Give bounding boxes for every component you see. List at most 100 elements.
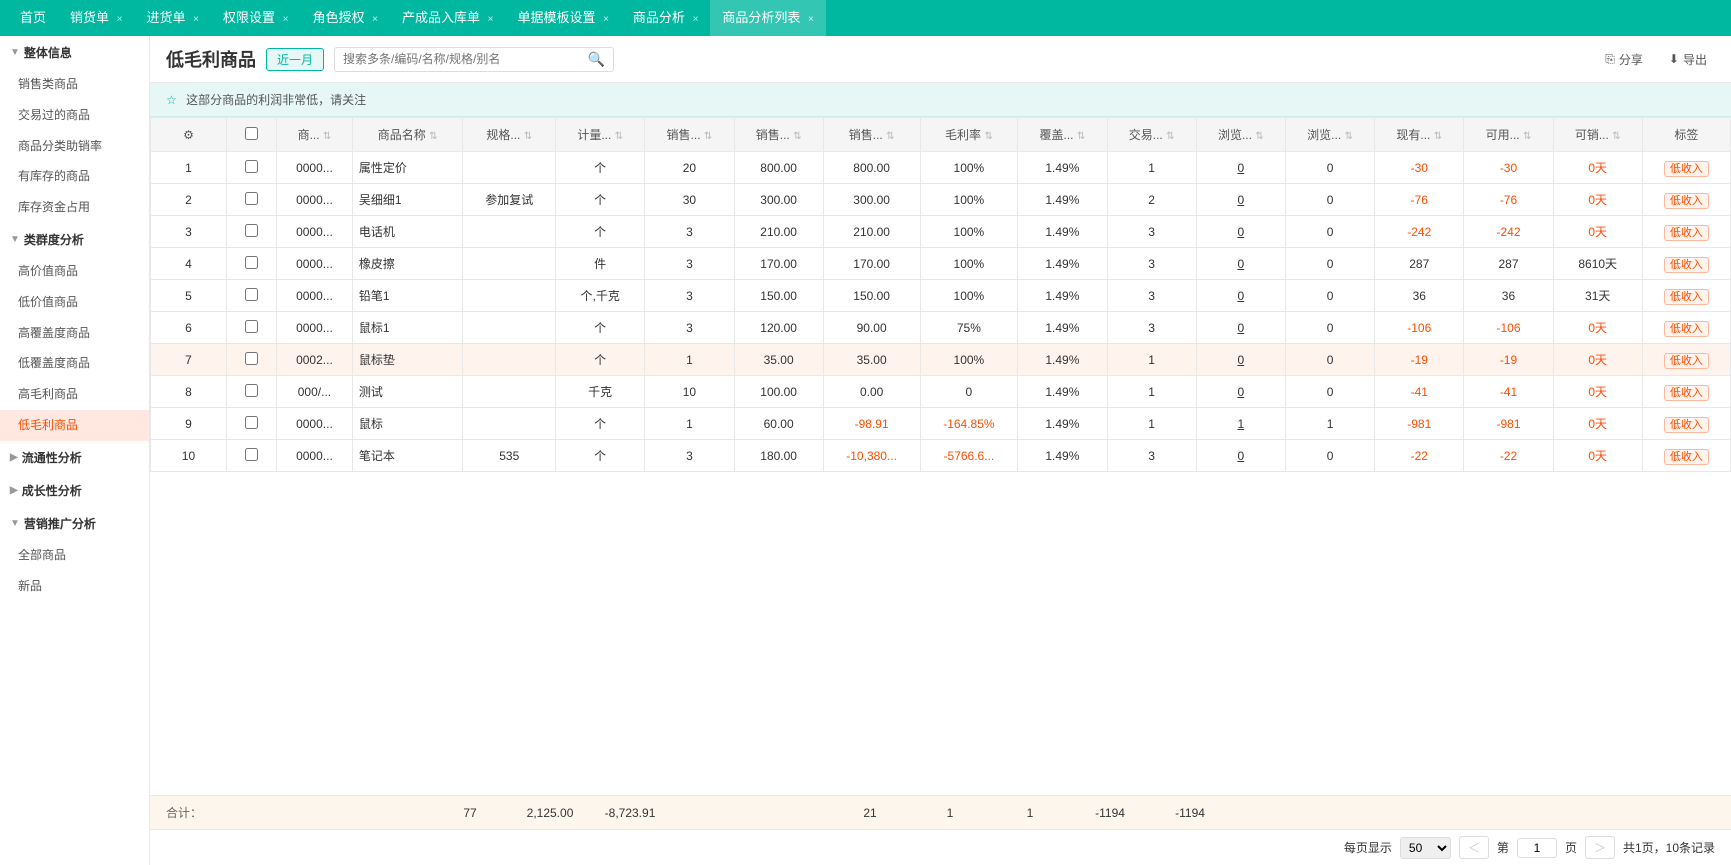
col-sellable-days[interactable]: 可销... ⇅ [1553, 118, 1642, 152]
nav-close-analysis-list[interactable]: × [808, 14, 814, 25]
cell-views1[interactable]: 0 [1196, 152, 1285, 184]
sidebar-item-low-coverage[interactable]: 低覆盖度商品 [0, 348, 149, 379]
cell-views1[interactable]: 0 [1196, 248, 1285, 280]
row-checkbox[interactable] [245, 448, 258, 461]
cell-code: 0000... [276, 280, 352, 312]
nav-item-product-entry[interactable]: 产成品入库单 × [390, 0, 505, 36]
per-page-select[interactable]: 50 10 20 100 [1400, 837, 1451, 859]
col-coverage[interactable]: 覆盖... ⇅ [1018, 118, 1107, 152]
cell-views1[interactable]: 0 [1196, 312, 1285, 344]
col-trade-count[interactable]: 交易... ⇅ [1107, 118, 1196, 152]
col-views2[interactable]: 浏览... ⇅ [1285, 118, 1374, 152]
sidebar-item-sales-products[interactable]: 销售类商品 [0, 69, 149, 100]
col-settings[interactable]: ⚙ [151, 118, 227, 152]
row-checkbox[interactable] [245, 256, 258, 269]
sidebar-group-growth[interactable]: ▶ 成长性分析 [0, 474, 149, 507]
search-input[interactable] [343, 52, 588, 66]
col-sales-price[interactable]: 销售... ⇅ [734, 118, 823, 152]
nav-close-sales[interactable]: × [117, 14, 123, 25]
share-button[interactable]: ⎘ 分享 [1597, 47, 1651, 72]
cell-checkbox[interactable] [226, 280, 276, 312]
cell-checkbox[interactable] [226, 152, 276, 184]
nav-close-product-entry[interactable]: × [488, 14, 494, 25]
cell-views1[interactable]: 0 [1196, 376, 1285, 408]
sidebar-item-high-value[interactable]: 高价值商品 [0, 256, 149, 287]
sidebar-item-category-sales-rate[interactable]: 商品分类助销率 [0, 131, 149, 162]
row-checkbox[interactable] [245, 224, 258, 237]
col-tag[interactable]: 标签 [1642, 118, 1730, 152]
row-checkbox[interactable] [245, 160, 258, 173]
prev-page-button[interactable]: ＜ [1459, 836, 1489, 859]
cell-views1[interactable]: 0 [1196, 216, 1285, 248]
cell-spec: 535 [463, 440, 556, 472]
page-input[interactable] [1517, 838, 1557, 858]
sidebar-item-low-value[interactable]: 低价值商品 [0, 287, 149, 318]
sidebar-item-high-coverage[interactable]: 高覆盖度商品 [0, 318, 149, 349]
nav-close-product-analysis[interactable]: × [693, 14, 699, 25]
col-gross-margin[interactable]: 毛利率 ⇅ [920, 118, 1018, 152]
cell-views2: 0 [1285, 280, 1374, 312]
nav-close-permissions[interactable]: × [283, 14, 289, 25]
cell-checkbox[interactable] [226, 216, 276, 248]
sidebar-item-low-margin[interactable]: 低毛利商品 [0, 410, 149, 441]
col-views1[interactable]: 浏览... ⇅ [1196, 118, 1285, 152]
row-checkbox[interactable] [245, 192, 258, 205]
cell-coverage: 1.49% [1018, 344, 1107, 376]
row-checkbox[interactable] [245, 288, 258, 301]
col-checkbox[interactable] [226, 118, 276, 152]
nav-close-roles[interactable]: × [372, 14, 378, 25]
nav-item-analysis-list[interactable]: 商品分析列表 × [710, 0, 825, 36]
cell-sales-qty: 3 [645, 280, 734, 312]
nav-item-permissions[interactable]: 权限设置 × [211, 0, 300, 36]
col-current-stock[interactable]: 现有... ⇅ [1375, 118, 1464, 152]
sidebar-item-new-products[interactable]: 新品 [0, 571, 149, 602]
cell-checkbox[interactable] [226, 184, 276, 216]
select-all-checkbox[interactable] [245, 127, 258, 140]
nav-close-purchase[interactable]: × [193, 14, 199, 25]
sidebar-item-traded-products[interactable]: 交易过的商品 [0, 100, 149, 131]
sidebar-item-stock-products[interactable]: 有库存的商品 [0, 161, 149, 192]
sidebar-group-overall[interactable]: ▼ 整体信息 [0, 36, 149, 69]
nav-item-product-analysis[interactable]: 商品分析 × [621, 0, 710, 36]
col-spec[interactable]: 规格... ⇅ [463, 118, 556, 152]
nav-item-roles[interactable]: 角色授权 × [300, 0, 389, 36]
export-button[interactable]: ⬇ 导出 [1661, 47, 1715, 72]
col-unit[interactable]: 计量... ⇅ [556, 118, 645, 152]
nav-item-sales[interactable]: 销货单 × [58, 0, 134, 36]
cell-views1[interactable]: 1 [1196, 408, 1285, 440]
sidebar-group-marketing[interactable]: ▼ 营销推广分析 [0, 507, 149, 540]
sidebar-item-stock-capital[interactable]: 库存资金占用 [0, 192, 149, 223]
row-checkbox[interactable] [245, 352, 258, 365]
search-icon[interactable]: 🔍 [588, 51, 605, 68]
cell-checkbox[interactable] [226, 376, 276, 408]
sidebar-group-liquidity[interactable]: ▶ 流通性分析 [0, 441, 149, 474]
sidebar-item-high-margin[interactable]: 高毛利商品 [0, 379, 149, 410]
next-page-button[interactable]: ＞ [1585, 836, 1615, 859]
row-checkbox[interactable] [245, 416, 258, 429]
cell-checkbox[interactable] [226, 312, 276, 344]
cell-views1[interactable]: 0 [1196, 440, 1285, 472]
search-box: 🔍 [334, 47, 614, 72]
row-checkbox[interactable] [245, 320, 258, 333]
col-code[interactable]: 商... ⇅ [276, 118, 352, 152]
filter-recent-month-button[interactable]: 近一月 [266, 48, 324, 71]
data-table-container[interactable]: ⚙ 商... ⇅ 商品名称 ⇅ 规格... ⇅ 计量... ⇅ 销售... ⇅ … [150, 117, 1731, 795]
col-name[interactable]: 商品名称 ⇅ [352, 118, 462, 152]
nav-close-template-settings[interactable]: × [603, 14, 609, 25]
cell-checkbox[interactable] [226, 248, 276, 280]
cell-views1[interactable]: 0 [1196, 280, 1285, 312]
nav-item-purchase[interactable]: 进货单 × [135, 0, 211, 36]
cell-checkbox[interactable] [226, 344, 276, 376]
cell-checkbox[interactable] [226, 408, 276, 440]
cell-checkbox[interactable] [226, 440, 276, 472]
nav-item-home[interactable]: 首页 [8, 0, 58, 36]
cell-views1[interactable]: 0 [1196, 184, 1285, 216]
row-checkbox[interactable] [245, 384, 258, 397]
sidebar-group-cluster[interactable]: ▼ 类群度分析 [0, 223, 149, 256]
col-sales-amount[interactable]: 销售... ⇅ [823, 118, 920, 152]
cell-views1[interactable]: 0 [1196, 344, 1285, 376]
sidebar-item-all-products[interactable]: 全部商品 [0, 540, 149, 571]
col-sales-qty[interactable]: 销售... ⇅ [645, 118, 734, 152]
col-available-stock[interactable]: 可用... ⇅ [1464, 118, 1553, 152]
nav-item-template-settings[interactable]: 单据模板设置 × [505, 0, 620, 36]
